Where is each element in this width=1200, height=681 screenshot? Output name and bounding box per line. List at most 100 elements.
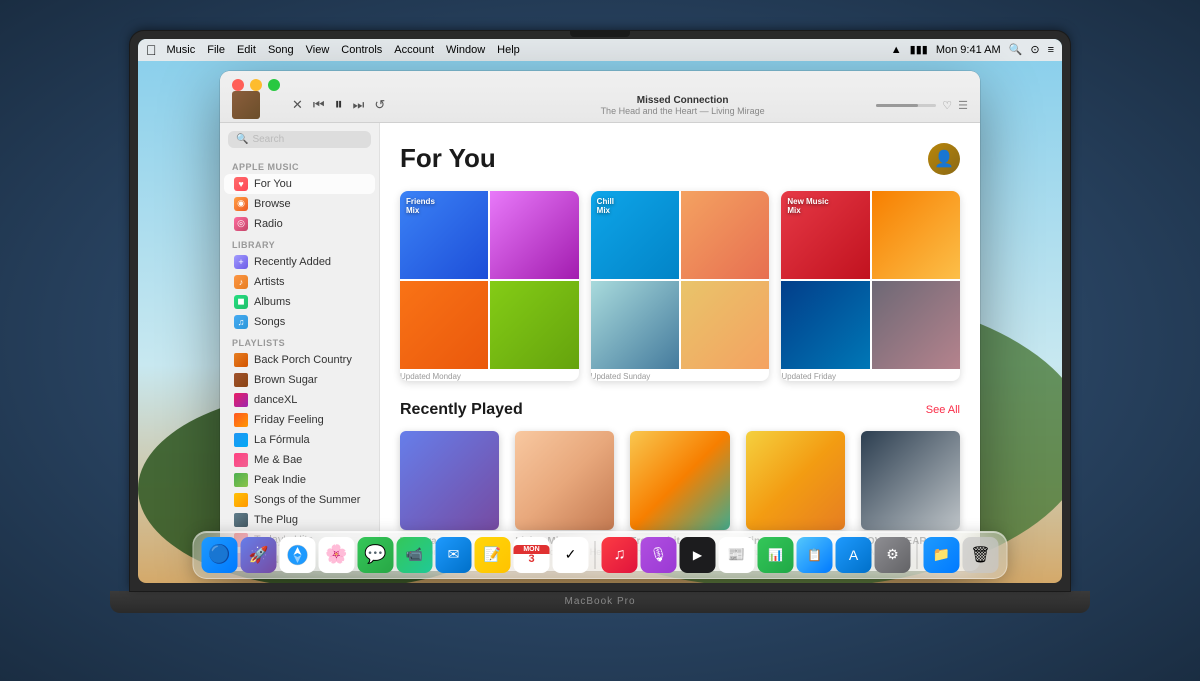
album-cover [400, 431, 499, 530]
mix-cell [781, 281, 869, 369]
playlist-icon [234, 513, 248, 527]
browse-icon: ◉ [234, 197, 248, 211]
foryou-label: For You [254, 178, 292, 190]
playlist-peak-indie[interactable]: Peak Indie [224, 470, 375, 490]
chill-mix-card[interactable]: ChillMix Updated Sunday [591, 191, 770, 382]
dock-launchpad[interactable]: 🚀 [241, 537, 277, 573]
volume-slider[interactable] [876, 104, 936, 107]
playlist-brown-sugar[interactable]: Brown Sugar [224, 370, 375, 390]
menu-file[interactable]: File [207, 44, 225, 56]
menu-help[interactable]: Help [497, 44, 520, 56]
dock-safari[interactable] [280, 537, 316, 573]
sidebar-item-songs[interactable]: ♫ Songs [224, 312, 375, 332]
playlist-label: The Plug [254, 514, 298, 526]
dock-appstore[interactable]: A [836, 537, 872, 573]
dock-keynote[interactable]: 📋 [797, 537, 833, 573]
previous-button[interactable]: ⏮ [313, 97, 325, 113]
recently-played-see-all[interactable]: See All [926, 404, 960, 416]
dock-numbers[interactable]: 📊 [758, 537, 794, 573]
shuffle-button[interactable]: ✕ [292, 97, 303, 113]
chill-mix-inner: ChillMix [591, 191, 770, 370]
playlist-icon [234, 393, 248, 407]
battery-icon: ▮▮▮ [910, 43, 928, 56]
menu-song[interactable]: Song [268, 44, 294, 56]
dock-mail[interactable]: ✉ [436, 537, 472, 573]
minimize-button[interactable] [250, 79, 262, 91]
dock-finder[interactable]: 🔵 [202, 537, 238, 573]
playlist-formula[interactable]: La Fórmula [224, 430, 375, 450]
menu-window[interactable]: Window [446, 44, 485, 56]
playlist-back-porch[interactable]: Back Porch Country [224, 350, 375, 370]
close-button[interactable] [232, 79, 244, 91]
user-avatar[interactable]: 👤 [928, 143, 960, 175]
mix-update-label: Updated Sunday [591, 372, 770, 381]
playback-controls: ✕ ⏮ ⏸ ⏭ ↺ [292, 96, 385, 114]
sidebar-item-radio[interactable]: ◎ Radio [224, 214, 375, 234]
dock-notes[interactable]: 📝 [475, 537, 511, 573]
playlist-songs-summer[interactable]: Songs of the Summer [224, 490, 375, 510]
sidebar-item-recently[interactable]: + Recently Added [224, 252, 375, 272]
playlist-dancexl[interactable]: danceXL [224, 390, 375, 410]
playlist-icon [234, 413, 248, 427]
newmusic-mix-card[interactable]: New MusicMix Updated Friday [781, 191, 960, 382]
menu-music[interactable]: Music [167, 44, 196, 56]
mix-cell [872, 281, 960, 369]
recently-label: Recently Added [254, 256, 331, 268]
menu-controls[interactable]: Controls [341, 44, 382, 56]
main-content: For You 👤 [380, 123, 980, 571]
play-pause-button[interactable]: ⏸ [335, 96, 343, 114]
playlist-label: danceXL [254, 394, 297, 406]
wifi-icon: ▲ [891, 44, 902, 56]
artists-label: Artists [254, 276, 285, 288]
next-button[interactable]: ⏭ [353, 97, 365, 113]
dock-podcasts[interactable]: 🎙 [641, 537, 677, 573]
sidebar-item-browse[interactable]: ◉ Browse [224, 194, 375, 214]
maximize-button[interactable] [268, 79, 280, 91]
dock-photos[interactable]: 🌸 [319, 537, 355, 573]
album-cover [515, 431, 614, 530]
control-center-icon[interactable]: ≡ [1048, 44, 1054, 56]
lyrics-button[interactable]: ♡ [942, 99, 952, 112]
menubar:  Music File Edit Song View Controls Acc… [138, 39, 1062, 61]
friends-mix-card[interactable]: FriendsMix Updated Monday [400, 191, 579, 382]
repeat-button[interactable]: ↺ [374, 97, 385, 113]
queue-button[interactable]: ☰ [958, 99, 968, 112]
window-controls-row [220, 71, 980, 91]
menu-view[interactable]: View [306, 44, 330, 56]
search-icon[interactable]: 🔍 [1009, 43, 1023, 56]
dock-reminders[interactable]: ✓ [553, 537, 589, 573]
dock-divider-2 [917, 541, 918, 569]
search-icon: 🔍 [236, 134, 248, 145]
dock-calendar[interactable]: MON 3 [514, 537, 550, 573]
dock-facetime[interactable]: 📹 [397, 537, 433, 573]
mix-cell [681, 191, 769, 279]
playback-row: ✕ ⏮ ⏸ ⏭ ↺ Missed Connection The Head and… [220, 91, 980, 120]
menu-account[interactable]: Account [394, 44, 434, 56]
dock-appletv[interactable]: ▶ [680, 537, 716, 573]
window-titlebar: ✕ ⏮ ⏸ ⏭ ↺ Missed Connection The Head and… [220, 71, 980, 123]
siri-icon[interactable]: ⊙ [1030, 43, 1039, 56]
menubar-right: ▲ ▮▮▮ Mon 9:41 AM 🔍 ⊙ ≡ [891, 43, 1054, 56]
dock-settings[interactable]: ⚙ [875, 537, 911, 573]
apple-menu[interactable]:  [146, 42, 157, 58]
search-bar[interactable]: 🔍 Search [228, 131, 371, 148]
dock-trash[interactable]: 🗑 [963, 537, 999, 573]
menu-edit[interactable]: Edit [237, 44, 256, 56]
sidebar-item-albums[interactable]: ◼ Albums [224, 292, 375, 312]
sidebar-item-foryou[interactable]: ♥ For You [224, 174, 375, 194]
playlist-me-bae[interactable]: Me & Bae [224, 450, 375, 470]
dock-folder[interactable]: 📁 [924, 537, 960, 573]
playlist-icon [234, 373, 248, 387]
macbook-screen:  Music File Edit Song View Controls Acc… [138, 39, 1062, 583]
dock-messages[interactable]: 💬 [358, 537, 394, 573]
playlist-label: Peak Indie [254, 474, 306, 486]
playlist-friday[interactable]: Friday Feeling [224, 410, 375, 430]
sidebar-item-artists[interactable]: ♪ Artists [224, 272, 375, 292]
dock-news[interactable]: 📰 [719, 537, 755, 573]
recently-icon: + [234, 255, 248, 269]
foryou-icon: ♥ [234, 177, 248, 191]
playlist-plug[interactable]: The Plug [224, 510, 375, 530]
dock-music[interactable]: ♫ [602, 537, 638, 573]
mix-cell [490, 281, 578, 369]
playlist-icon [234, 473, 248, 487]
